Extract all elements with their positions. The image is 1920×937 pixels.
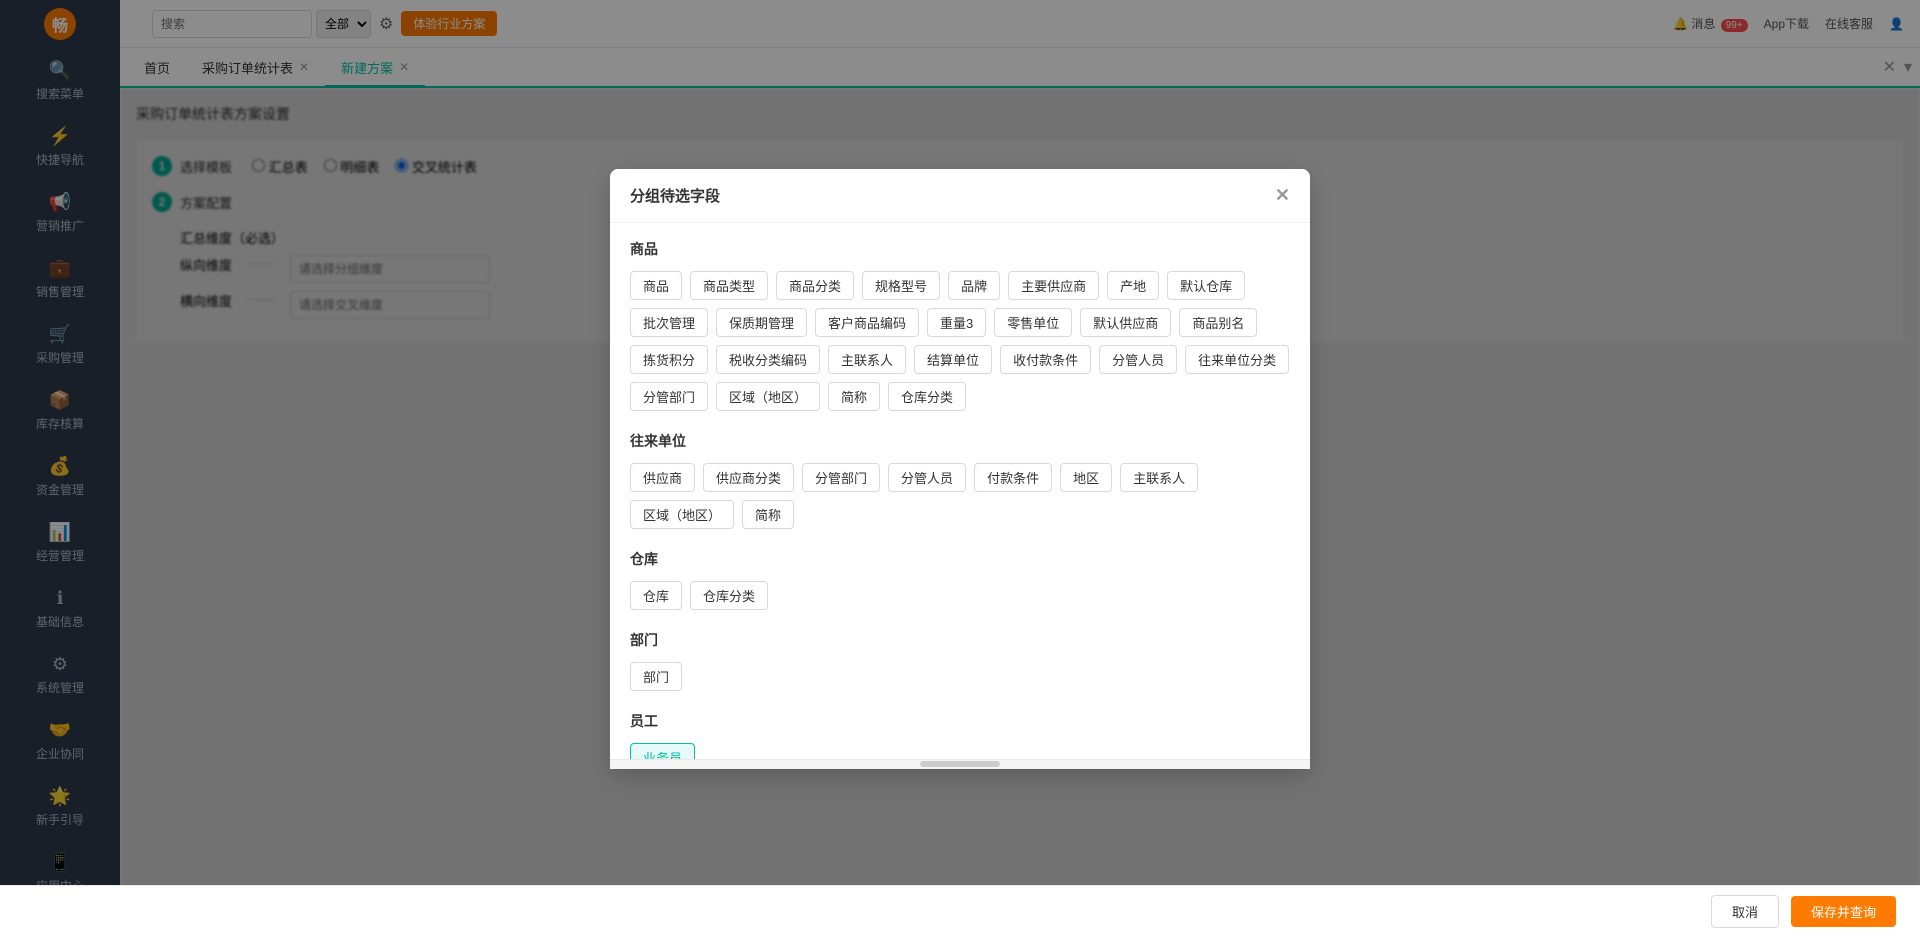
field-section-4: 员工业务员 bbox=[630, 711, 1290, 759]
field-tag-1-7[interactable]: 区域（地区） bbox=[630, 500, 734, 529]
field-tags-1: 供应商供应商分类分管部门分管人员付款条件地区主联系人区域（地区） 简称 bbox=[630, 463, 1290, 529]
field-tag-0-16[interactable]: 税收分类编码 bbox=[716, 345, 820, 374]
modal-close-button[interactable]: ✕ bbox=[1275, 185, 1290, 206]
field-tag-2-0[interactable]: 仓库 bbox=[630, 581, 682, 610]
field-tag-0-25[interactable]: 仓库分类 bbox=[888, 382, 966, 411]
field-tag-0-15[interactable]: 拣货积分 bbox=[630, 345, 708, 374]
field-tag-1-4[interactable]: 付款条件 bbox=[974, 463, 1052, 492]
modal-horizontal-scrollbar[interactable] bbox=[610, 759, 1310, 769]
field-tag-0-2[interactable]: 商品分类 bbox=[776, 271, 854, 300]
field-tag-0-13[interactable]: 默认供应商 bbox=[1080, 308, 1171, 337]
field-tag-0-24[interactable]: 简称 bbox=[828, 382, 880, 411]
section-title-4: 员工 bbox=[630, 711, 1290, 731]
field-tag-1-0[interactable]: 供应商 bbox=[630, 463, 695, 492]
field-tag-0-7[interactable]: 默认仓库 bbox=[1167, 271, 1245, 300]
modal-title: 分组待选字段 bbox=[630, 185, 720, 206]
field-tag-0-20[interactable]: 分管人员 bbox=[1099, 345, 1177, 374]
cancel-button[interactable]: 取消 bbox=[1711, 895, 1779, 928]
modal-overlay: 分组待选字段 ✕ 商品商品商品类型商品分类规格型号品牌主要供应商产地默认仓库批次… bbox=[0, 0, 1920, 937]
field-tag-0-11[interactable]: 重量3 bbox=[927, 308, 986, 337]
field-tag-0-21[interactable]: 往来单位分类 bbox=[1185, 345, 1289, 374]
section-title-0: 商品 bbox=[630, 239, 1290, 259]
field-tag-2-1[interactable]: 仓库分类 bbox=[690, 581, 768, 610]
field-tag-0-9[interactable]: 保质期管理 bbox=[716, 308, 807, 337]
field-tag-0-0[interactable]: 商品 bbox=[630, 271, 682, 300]
section-title-3: 部门 bbox=[630, 630, 1290, 650]
field-tag-1-6[interactable]: 主联系人 bbox=[1120, 463, 1198, 492]
field-tag-1-1[interactable]: 供应商分类 bbox=[703, 463, 794, 492]
field-tag-0-22[interactable]: 分管部门 bbox=[630, 382, 708, 411]
save-query-button[interactable]: 保存并查询 bbox=[1791, 896, 1896, 927]
field-tag-0-6[interactable]: 产地 bbox=[1107, 271, 1159, 300]
field-tag-3-0[interactable]: 部门 bbox=[630, 662, 682, 691]
field-tag-0-12[interactable]: 零售单位 bbox=[994, 308, 1072, 337]
field-tags-4: 业务员 bbox=[630, 743, 1290, 759]
field-tags-2: 仓库仓库分类 bbox=[630, 581, 1290, 610]
field-tag-0-23[interactable]: 区域（地区） bbox=[716, 382, 820, 411]
field-tag-0-1[interactable]: 商品类型 bbox=[690, 271, 768, 300]
field-section-1: 往来单位供应商供应商分类分管部门分管人员付款条件地区主联系人区域（地区） 简称 bbox=[630, 431, 1290, 529]
field-tag-0-4[interactable]: 品牌 bbox=[948, 271, 1000, 300]
field-tag-0-10[interactable]: 客户商品编码 bbox=[815, 308, 919, 337]
field-tag-0-19[interactable]: 收付款条件 bbox=[1000, 345, 1091, 374]
field-section-2: 仓库仓库仓库分类 bbox=[630, 549, 1290, 610]
field-tag-1-2[interactable]: 分管部门 bbox=[802, 463, 880, 492]
section-title-2: 仓库 bbox=[630, 549, 1290, 569]
field-tag-0-3[interactable]: 规格型号 bbox=[862, 271, 940, 300]
field-tag-0-8[interactable]: 批次管理 bbox=[630, 308, 708, 337]
field-tags-3: 部门 bbox=[630, 662, 1290, 691]
field-tag-1-3[interactable]: 分管人员 bbox=[888, 463, 966, 492]
field-tag-0-17[interactable]: 主联系人 bbox=[828, 345, 906, 374]
field-tags-0: 商品商品类型商品分类规格型号品牌主要供应商产地默认仓库批次管理保质期管理客户商品… bbox=[630, 271, 1290, 411]
footer-bar: 取消 保存并查询 bbox=[0, 885, 1920, 937]
field-section-0: 商品商品商品类型商品分类规格型号品牌主要供应商产地默认仓库批次管理保质期管理客户… bbox=[630, 239, 1290, 411]
field-section-3: 部门部门 bbox=[630, 630, 1290, 691]
field-tag-1-5[interactable]: 地区 bbox=[1060, 463, 1112, 492]
field-selection-modal: 分组待选字段 ✕ 商品商品商品类型商品分类规格型号品牌主要供应商产地默认仓库批次… bbox=[610, 169, 1310, 769]
field-tag-4-0[interactable]: 业务员 bbox=[630, 743, 695, 759]
field-tag-0-5[interactable]: 主要供应商 bbox=[1008, 271, 1099, 300]
section-title-1: 往来单位 bbox=[630, 431, 1290, 451]
field-tag-0-18[interactable]: 结算单位 bbox=[914, 345, 992, 374]
field-tag-0-14[interactable]: 商品别名 bbox=[1179, 308, 1257, 337]
field-tag-1-8[interactable]: 简称 bbox=[742, 500, 794, 529]
modal-body: 商品商品商品类型商品分类规格型号品牌主要供应商产地默认仓库批次管理保质期管理客户… bbox=[610, 223, 1310, 759]
modal-header: 分组待选字段 ✕ bbox=[610, 169, 1310, 223]
